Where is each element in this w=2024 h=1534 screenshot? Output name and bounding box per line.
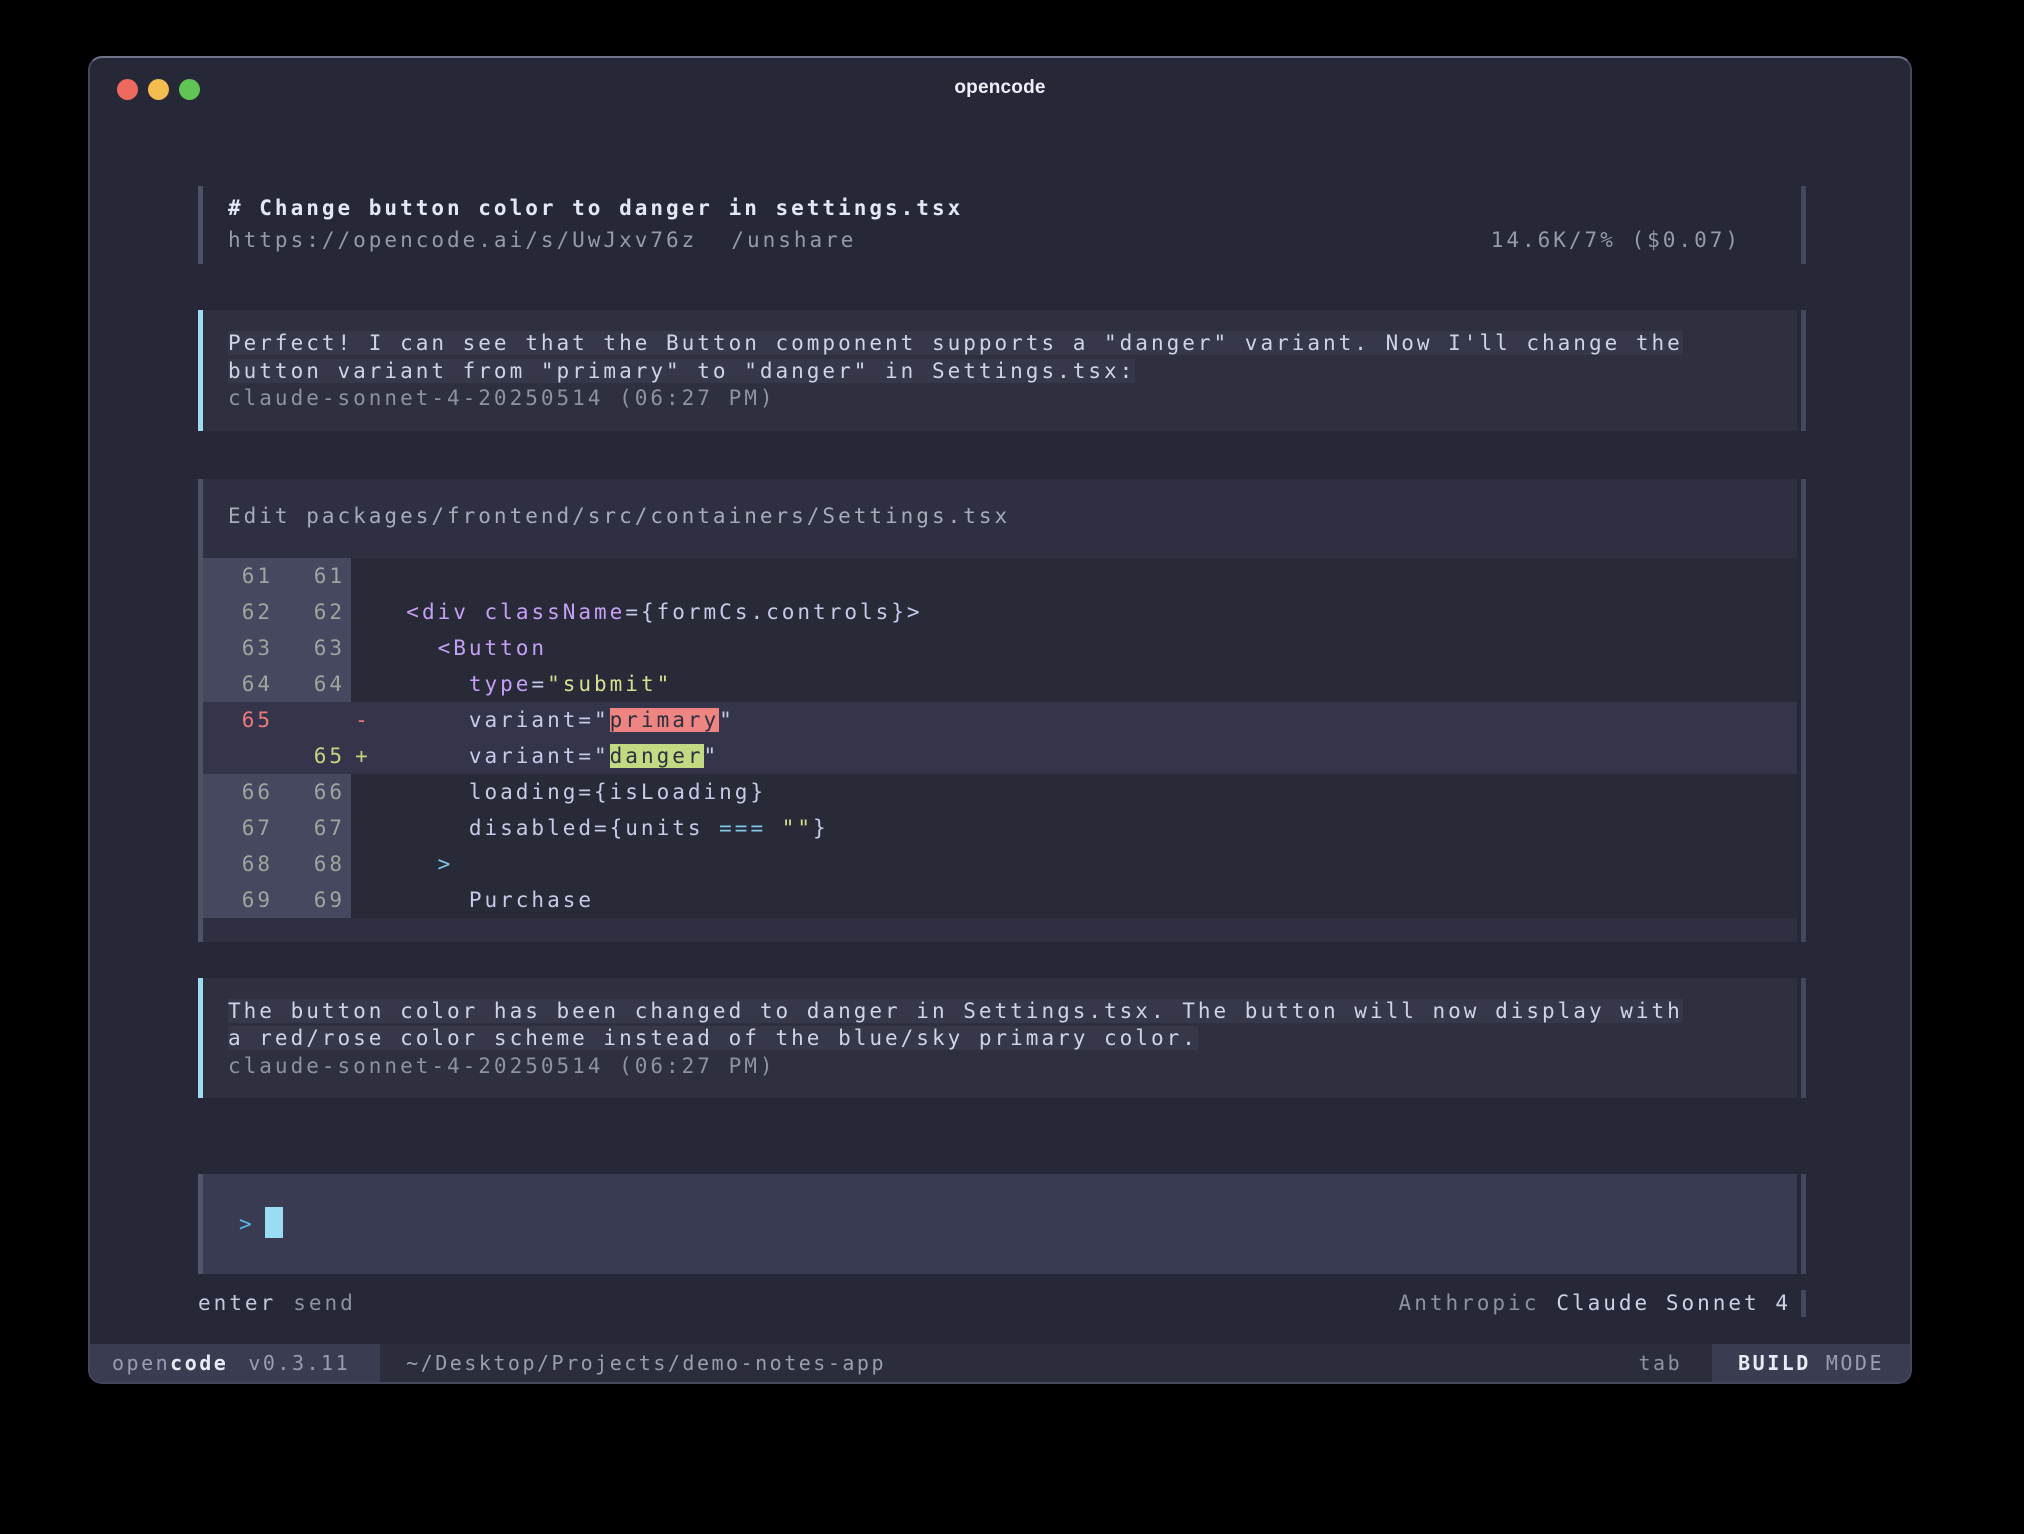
app-version-segment: opencode v0.3.11 (90, 1344, 380, 1382)
model-timestamp: claude-sonnet-4-20250514 (06:27 PM) (228, 385, 1707, 413)
new-line-number: 62 (287, 594, 351, 630)
old-line-number: 62 (203, 594, 287, 630)
old-line-number: 63 (203, 630, 287, 666)
new-line-number: 63 (287, 630, 351, 666)
prompt-input[interactable]: > (198, 1174, 1797, 1274)
diff-rows: 61616262 <div className={formCs.controls… (203, 558, 1797, 918)
close-window-button[interactable] (117, 79, 138, 100)
diff-row: 6969 Purchase (203, 882, 1797, 918)
diff-marker (351, 630, 375, 666)
session-title: # Change button color to danger in setti… (228, 192, 1769, 224)
diff-marker (351, 774, 375, 810)
code-line (375, 558, 1797, 594)
prompt-chevron: > (239, 1212, 255, 1236)
diff-marker: - (351, 702, 375, 738)
send-action-hint: send (293, 1290, 356, 1317)
diff-marker (351, 810, 375, 846)
assistant-message: The button color has been changed to dan… (198, 978, 1797, 1099)
diff-row: 6767 disabled={units === ""} (203, 810, 1797, 846)
edit-tool-panel: Edit packages/frontend/src/containers/Se… (198, 479, 1797, 942)
tab-key-hint[interactable]: tab (1638, 1344, 1682, 1382)
code-line: type="submit" (375, 666, 1797, 702)
diff-row: 65+ variant="danger" (203, 738, 1797, 774)
enter-key-hint: enter (198, 1290, 276, 1317)
working-directory: ~/Desktop/Projects/demo-notes-app (406, 1344, 886, 1382)
new-line-number: 61 (287, 558, 351, 594)
message-text: Perfect! I can see that the Button compo… (228, 330, 1707, 385)
hint-row: enter send Anthropic Claude Sonnet 4 (198, 1290, 1797, 1317)
new-line-number: 67 (287, 810, 351, 846)
code-line: <div className={formCs.controls}> (375, 594, 1797, 630)
diff-marker: + (351, 738, 375, 774)
message-text: The button color has been changed to dan… (228, 998, 1707, 1053)
new-line-number: 65 (287, 738, 351, 774)
code-line: variant="danger" (375, 738, 1797, 774)
diff-row: 6666 loading={isLoading} (203, 774, 1797, 810)
diff-marker (351, 558, 375, 594)
model-label[interactable]: Claude Sonnet 4 (1556, 1290, 1791, 1317)
assistant-message: Perfect! I can see that the Button compo… (198, 310, 1797, 431)
mode-word: MODE (1826, 1351, 1884, 1375)
diff-marker (351, 666, 375, 702)
title-bar: opencode (90, 58, 1910, 116)
old-line-number: 64 (203, 666, 287, 702)
code-line: loading={isLoading} (375, 774, 1797, 810)
diff-row: 6464 type="submit" (203, 666, 1797, 702)
code-line: > (375, 846, 1797, 882)
diff-marker (351, 882, 375, 918)
app-name-code: code (170, 1351, 228, 1375)
app-name-open: open (112, 1351, 170, 1375)
token-cost-stats: 14.6K/7% ($0.07) (1491, 224, 1769, 256)
code-line: Purchase (375, 882, 1797, 918)
old-line-number: 67 (203, 810, 287, 846)
old-line-number: 66 (203, 774, 287, 810)
old-line-number: 68 (203, 846, 287, 882)
new-line-number: 66 (287, 774, 351, 810)
model-timestamp: claude-sonnet-4-20250514 (06:27 PM) (228, 1053, 1707, 1081)
diff-row: 6363 <Button (203, 630, 1797, 666)
code-line: <Button (375, 630, 1797, 666)
app-version: v0.3.11 (248, 1351, 350, 1375)
old-line-number (203, 738, 287, 774)
text-cursor (265, 1207, 283, 1238)
mode-segment[interactable]: BUILD MODE (1712, 1344, 1910, 1382)
zoom-window-button[interactable] (179, 79, 200, 100)
code-line: disabled={units === ""} (375, 810, 1797, 846)
diff-row: 6161 (203, 558, 1797, 594)
code-line: variant="primary" (375, 702, 1797, 738)
status-bar: opencode v0.3.11 ~/Desktop/Projects/demo… (90, 1344, 1910, 1382)
mode-name: BUILD (1738, 1351, 1811, 1375)
window-title: opencode (90, 58, 1910, 118)
new-line-number: 64 (287, 666, 351, 702)
diff-row: 6262 <div className={formCs.controls}> (203, 594, 1797, 630)
diff-marker (351, 846, 375, 882)
diff-row: 6868 > (203, 846, 1797, 882)
unshare-command[interactable]: /unshare (731, 224, 856, 256)
session-header: # Change button color to danger in setti… (198, 186, 1797, 264)
edit-file-path: Edit packages/frontend/src/containers/Se… (228, 503, 1797, 530)
opencode-terminal-window: opencode # Change button color to danger… (88, 56, 1912, 1384)
traffic-lights (117, 79, 200, 100)
diff-row: 65 - variant="primary" (203, 702, 1797, 738)
share-url[interactable]: https://opencode.ai/s/UwJxv76z (228, 224, 697, 256)
old-line-number: 69 (203, 882, 287, 918)
provider-label: Anthropic (1399, 1290, 1540, 1317)
new-line-number: 68 (287, 846, 351, 882)
diff-marker (351, 594, 375, 630)
new-line-number: 69 (287, 882, 351, 918)
old-line-number: 65 (203, 702, 287, 738)
old-line-number: 61 (203, 558, 287, 594)
minimize-window-button[interactable] (148, 79, 169, 100)
new-line-number (287, 702, 351, 738)
